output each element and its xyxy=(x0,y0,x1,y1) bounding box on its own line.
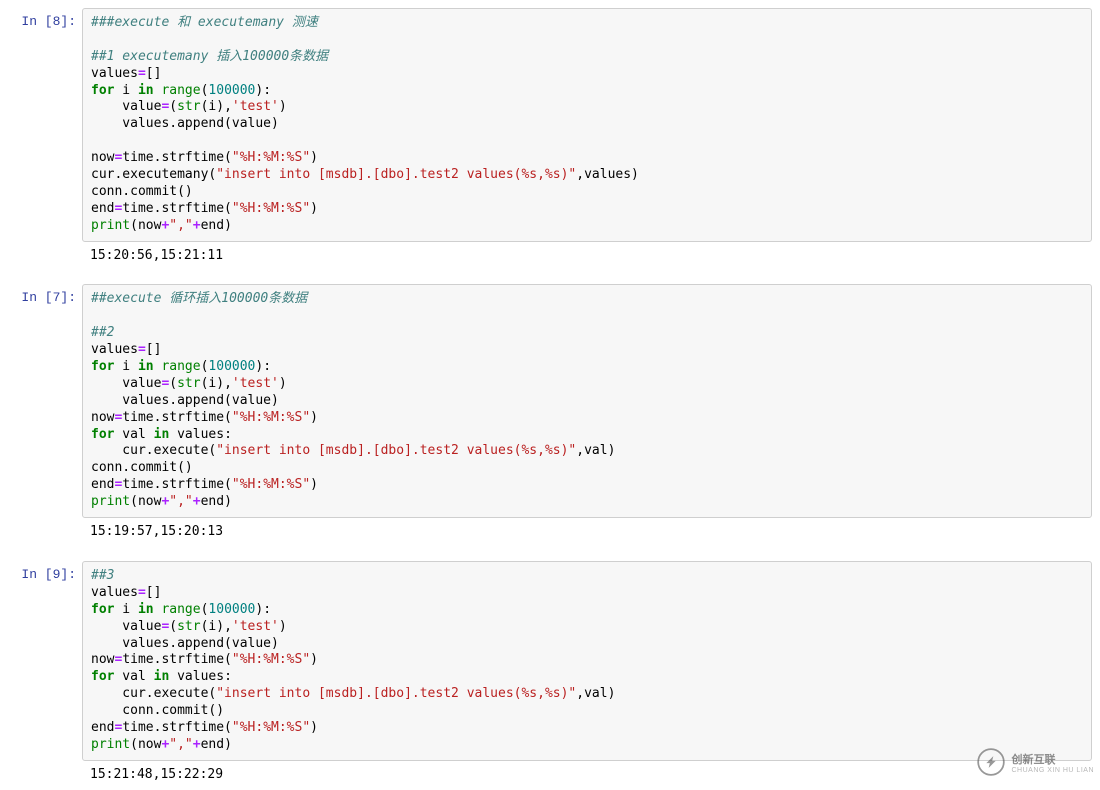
code-cell: In [9]:##3 values=[] for i in range(1000… xyxy=(0,561,1100,761)
code-input[interactable]: ###execute 和 executemany 测速 ##1 executem… xyxy=(82,8,1092,242)
output-prompt xyxy=(0,518,82,530)
output-prompt xyxy=(0,242,82,254)
output-prompt xyxy=(0,761,82,773)
code-cell: In [7]:##execute 循环插入100000条数据 ##2 value… xyxy=(0,284,1100,518)
stdout-output: 15:21:48,15:22:29 xyxy=(82,761,1092,790)
stdout-output: 15:20:56,15:21:11 xyxy=(82,242,1092,271)
input-prompt: In [7]: xyxy=(0,284,82,311)
input-prompt: In [8]: xyxy=(0,8,82,35)
code-input[interactable]: ##3 values=[] for i in range(100000): va… xyxy=(82,561,1092,761)
code-cell: In [8]:###execute 和 executemany 测速 ##1 e… xyxy=(0,8,1100,242)
input-prompt: In [9]: xyxy=(0,561,82,588)
notebook: In [8]:###execute 和 executemany 测速 ##1 e… xyxy=(0,0,1100,790)
output-cell: 15:21:48,15:22:29 xyxy=(0,761,1100,790)
code-input[interactable]: ##execute 循环插入100000条数据 ##2 values=[] fo… xyxy=(82,284,1092,518)
output-cell: 15:20:56,15:21:11 xyxy=(0,242,1100,271)
stdout-output: 15:19:57,15:20:13 xyxy=(82,518,1092,547)
output-cell: 15:19:57,15:20:13 xyxy=(0,518,1100,547)
